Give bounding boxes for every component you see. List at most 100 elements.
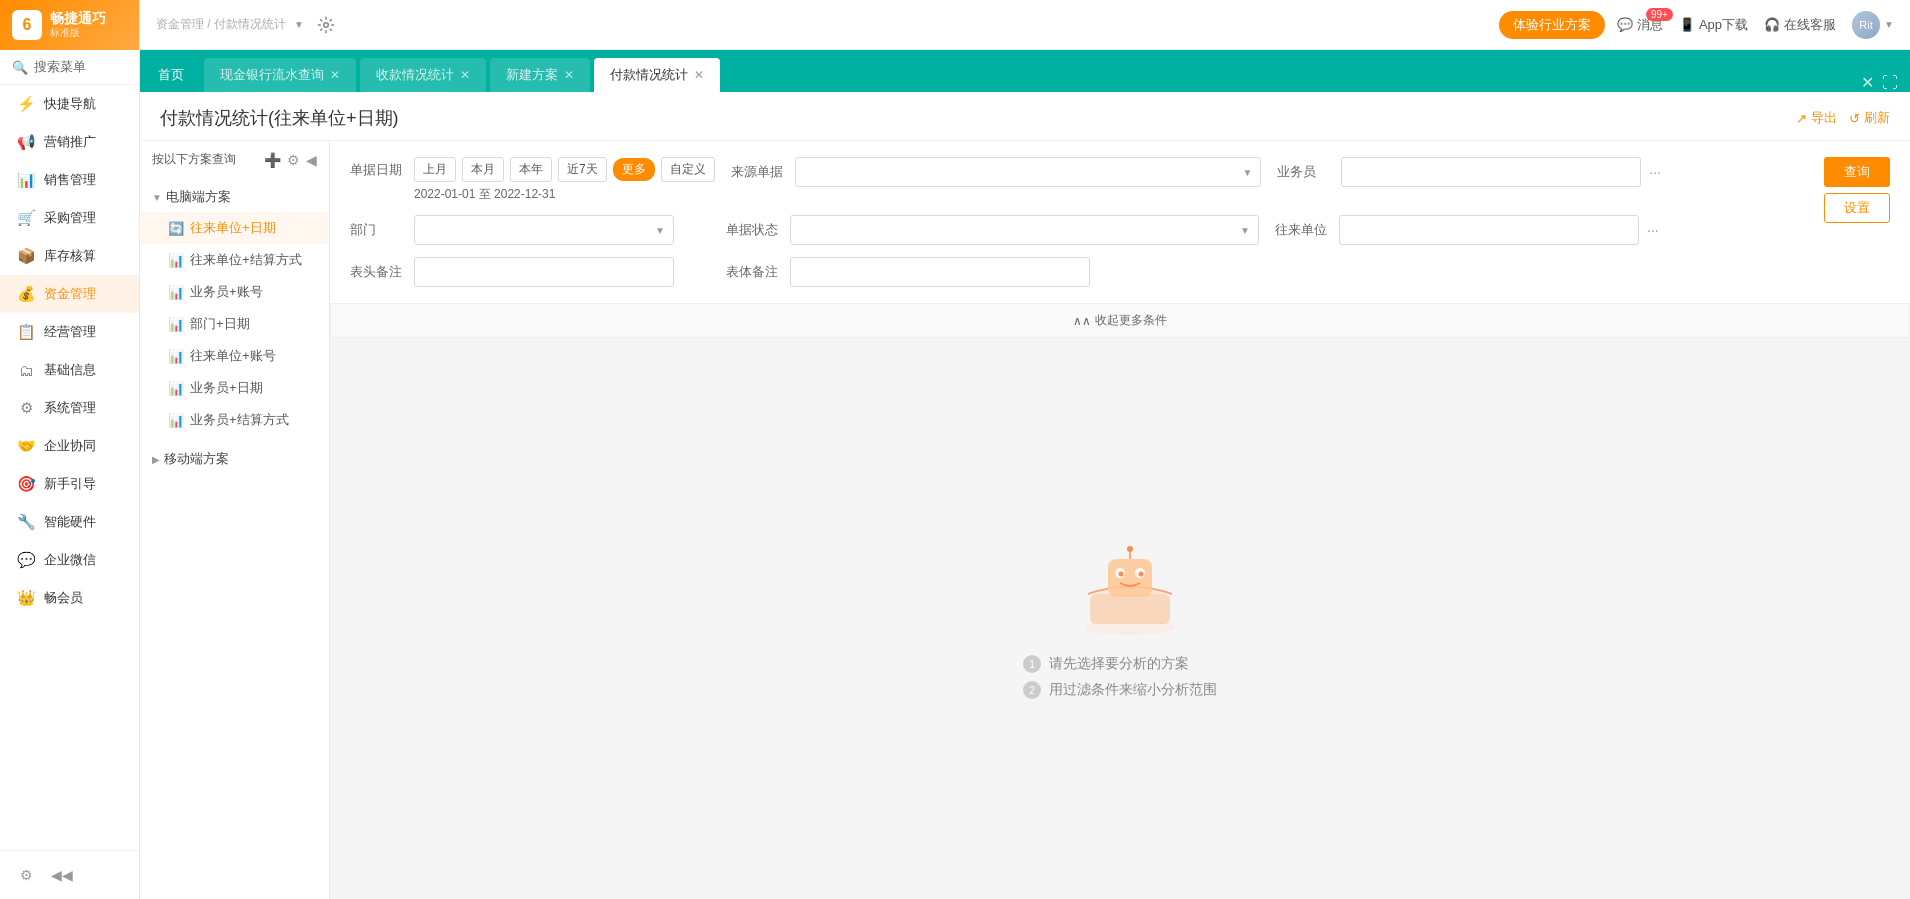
source-select-arrow: ▼: [1242, 167, 1252, 178]
topbar-settings-btn[interactable]: [312, 11, 340, 39]
sidebar-item-funds[interactable]: 💰 资金管理: [0, 275, 139, 313]
manage-scheme-btn[interactable]: ⚙: [287, 152, 300, 168]
dept-label: 部门: [350, 221, 406, 239]
scheme-item-unit-account[interactable]: 📊 往来单位+账号: [140, 340, 329, 372]
tab-payment-stat-close[interactable]: ✕: [694, 68, 704, 82]
sidebar-item-enterprise[interactable]: 🤝 企业协同: [0, 427, 139, 465]
page-actions: ↗ 导出 ↺ 刷新: [1796, 109, 1890, 127]
scheme-icon: 📊: [168, 317, 184, 332]
tab-close-all-btn[interactable]: ✕: [1861, 73, 1874, 92]
scheme-item-salesperson-date[interactable]: 📊 业务员+日期: [140, 372, 329, 404]
sidebar-item-sales[interactable]: 📊 销售管理: [0, 161, 139, 199]
body-note-input[interactable]: [790, 257, 1090, 287]
counterpart-more-btn[interactable]: ···: [1647, 222, 1659, 238]
date-btn-more[interactable]: 更多: [613, 158, 655, 181]
scheme-item-label: 往来单位+日期: [190, 219, 276, 237]
collapse-sidebar-btn[interactable]: ◀◀: [48, 861, 76, 889]
sidebar-item-hardware[interactable]: 🔧 智能硬件: [0, 503, 139, 541]
date-btn-this-year[interactable]: 本年: [510, 157, 552, 182]
scheme-item-label: 业务员+日期: [190, 379, 263, 397]
panel-header-actions: ➕ ⚙ ◀: [264, 152, 317, 168]
sidebar-item-newbie[interactable]: 🎯 新手引导: [0, 465, 139, 503]
date-btn-custom[interactable]: 自定义: [661, 157, 715, 182]
scheme-item-salesperson-payment[interactable]: 📊 业务员+结算方式: [140, 404, 329, 436]
tab-new-plan[interactable]: 新建方案 ✕: [490, 58, 590, 92]
scheme-item-dept-date[interactable]: 📊 部门+日期: [140, 308, 329, 340]
sidebar-item-wechat[interactable]: 💬 企业微信: [0, 541, 139, 579]
sidebar-item-system[interactable]: ⚙ 系统管理: [0, 389, 139, 427]
header-note-input[interactable]: [414, 257, 674, 287]
tab-payment-stat[interactable]: 付款情况统计 ✕: [594, 58, 720, 92]
scheme-item-salesperson-account[interactable]: 📊 业务员+账号: [140, 276, 329, 308]
sidebar-item-label: 新手引导: [44, 475, 96, 493]
header-note-label: 表头备注: [350, 263, 406, 281]
app-download-btn[interactable]: 📱 App下载: [1679, 16, 1748, 34]
messages-btn[interactable]: 💬 消息 99+: [1617, 16, 1663, 34]
source-select[interactable]: ▼: [795, 157, 1262, 187]
sidebar-item-basic-info[interactable]: 🗂 基础信息: [0, 351, 139, 389]
empty-svg: [1070, 539, 1190, 639]
doc-status-label: 单据状态: [726, 221, 782, 239]
scheme-item-unit-date[interactable]: 🔄 往来单位+日期: [140, 212, 329, 244]
user-menu[interactable]: Rit ▼: [1852, 11, 1894, 39]
sidebar-item-label: 智能硬件: [44, 513, 96, 531]
counterpart-input[interactable]: [1339, 215, 1639, 245]
tab-new-plan-close[interactable]: ✕: [564, 68, 574, 82]
quick-nav-icon: ⚡: [16, 95, 36, 113]
desktop-group-header[interactable]: ▼ 电脑端方案: [140, 182, 329, 212]
desktop-scheme-group: ▼ 电脑端方案 🔄 往来单位+日期 📊 往来单位+结算方式 📊 业务员+账号: [140, 178, 329, 440]
desktop-group-label: 电脑端方案: [166, 188, 231, 206]
trial-btn[interactable]: 体验行业方案: [1499, 11, 1605, 39]
system-icon: ⚙: [16, 399, 36, 417]
download-icon: 📱: [1679, 17, 1695, 32]
export-btn[interactable]: ↗ 导出: [1796, 109, 1837, 127]
refresh-btn[interactable]: ↺ 刷新: [1849, 109, 1890, 127]
filter-settings-btn[interactable]: 设置: [1824, 193, 1890, 223]
query-btn[interactable]: 查询: [1824, 157, 1890, 187]
date-btn-this-month[interactable]: 本月: [462, 157, 504, 182]
date-btn-7days[interactable]: 近7天: [558, 157, 607, 182]
tab-income-stat-close[interactable]: ✕: [460, 68, 470, 82]
settings-footer-btn[interactable]: ⚙: [12, 861, 40, 889]
online-service-btn[interactable]: 🎧 在线客服: [1764, 16, 1836, 34]
sidebar-item-quick-nav[interactable]: ⚡ 快捷导航: [0, 85, 139, 123]
sidebar-item-member[interactable]: 👑 畅会员: [0, 579, 139, 617]
date-btn-last-month[interactable]: 上月: [414, 157, 456, 182]
salesperson-input[interactable]: [1341, 157, 1641, 187]
topbar-right: 💬 消息 99+ 📱 App下载 🎧 在线客服 Rit ▼: [1617, 11, 1894, 39]
empty-illustration: [1070, 539, 1170, 639]
breadcrumb-arrow[interactable]: ▼: [294, 19, 304, 30]
search-menu-label: 搜索菜单: [34, 58, 86, 76]
hint-num-1: 1: [1023, 655, 1041, 673]
sidebar-item-label: 企业协同: [44, 437, 96, 455]
add-scheme-btn[interactable]: ➕: [264, 152, 281, 168]
tab-bank-flow[interactable]: 现金银行流水查询 ✕: [204, 58, 356, 92]
collapse-bar[interactable]: ∧∧ 收起更多条件: [330, 304, 1910, 338]
mobile-group-header[interactable]: ▶ 移动端方案: [140, 444, 329, 474]
sidebar-header: 6 畅捷通巧 标准版: [0, 0, 139, 50]
salesperson-more-btn[interactable]: ···: [1649, 164, 1661, 180]
sales-icon: 📊: [16, 171, 36, 189]
tab-income-stat[interactable]: 收款情况统计 ✕: [360, 58, 486, 92]
sidebar-item-purchase[interactable]: 🛒 采购管理: [0, 199, 139, 237]
scheme-item-label: 业务员+结算方式: [190, 411, 289, 429]
sidebar-footer: ⚙ ◀◀: [0, 850, 139, 899]
mobile-group-arrow: ▶: [152, 454, 160, 465]
sidebar-item-management[interactable]: 📋 经营管理: [0, 313, 139, 351]
tab-home[interactable]: 首页: [142, 58, 200, 92]
page-title: 付款情况统计(往来单位+日期): [160, 106, 399, 130]
search-menu[interactable]: 🔍 搜索菜单: [0, 50, 139, 85]
collapse-panel-btn[interactable]: ◀: [306, 152, 317, 168]
date-options: 上月 本月 本年 近7天 更多 自定义: [414, 157, 715, 182]
tab-maximize-btn[interactable]: ⛶: [1882, 74, 1898, 92]
doc-status-select[interactable]: ▼: [790, 215, 1259, 245]
mobile-scheme-group: ▶ 移动端方案: [140, 440, 329, 478]
dept-select[interactable]: ▼: [414, 215, 674, 245]
sidebar-item-inventory[interactable]: 📦 库存核算: [0, 237, 139, 275]
scheme-item-unit-payment[interactable]: 📊 往来单位+结算方式: [140, 244, 329, 276]
tab-bank-flow-close[interactable]: ✕: [330, 68, 340, 82]
inventory-icon: 📦: [16, 247, 36, 265]
app-name: 畅捷通巧: [50, 10, 106, 27]
sidebar-item-label: 经营管理: [44, 323, 96, 341]
sidebar-item-marketing[interactable]: 📢 营销推广: [0, 123, 139, 161]
